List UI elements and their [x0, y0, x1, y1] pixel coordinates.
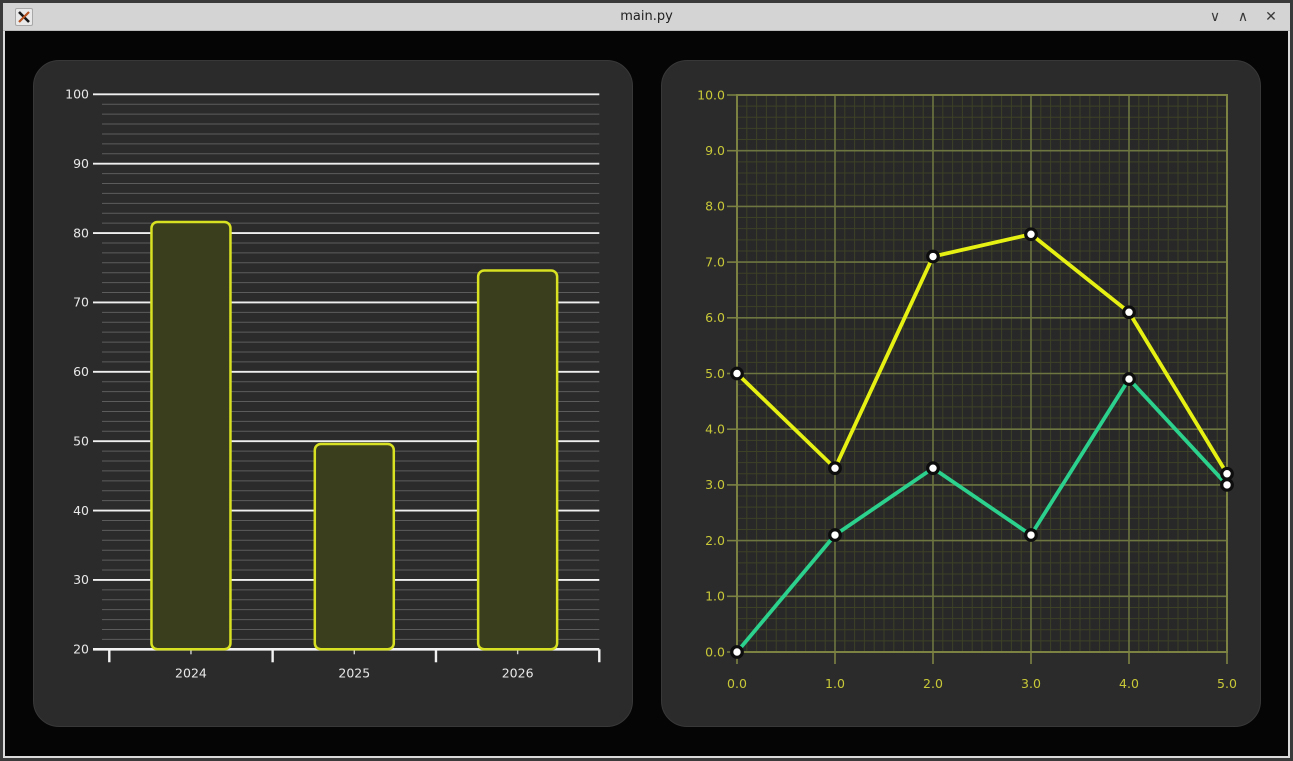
bar	[150, 220, 232, 651]
y-tick-label: 5.0	[705, 366, 725, 381]
data-point-marker	[1122, 372, 1136, 386]
x-tick-label: 2026	[502, 665, 534, 680]
y-tick-label: 60	[73, 364, 89, 379]
titlebar[interactable]: main.py ∨ ∧ ✕	[3, 3, 1290, 31]
x-tick-label: 2024	[175, 665, 207, 680]
data-point-marker	[730, 366, 744, 381]
y-tick-label: 30	[73, 572, 89, 587]
x-tick-label: 4.0	[1119, 676, 1139, 691]
line-chart: 0.0 1.0 2.0 3.0 4.0 5.0 0.0 1.0 2.0 3.0 4.0 5.0 6.0 7…	[697, 87, 1237, 691]
y-tick-label: 8.0	[705, 199, 725, 214]
y-tick-label: 90	[73, 156, 89, 171]
y-tick-label: 7.0	[705, 254, 725, 269]
close-button[interactable]: ✕	[1262, 6, 1280, 28]
data-point-marker	[828, 528, 842, 542]
data-point-marker	[730, 645, 744, 659]
x-tick-label: 2025	[338, 665, 370, 680]
x-tick-label: 5.0	[1217, 676, 1237, 691]
bar	[476, 269, 559, 651]
y-tick-label: 20	[73, 642, 89, 657]
data-point-marker	[1220, 466, 1234, 481]
x-tick-label: 0.0	[727, 676, 747, 691]
y-tick-label: 40	[73, 503, 89, 518]
y-tick-label: 70	[73, 295, 89, 310]
data-point-marker	[1024, 227, 1038, 242]
y-tick-label: 3.0	[705, 477, 725, 492]
x-tick-label: 3.0	[1021, 676, 1041, 691]
x-tick-label: 1.0	[825, 676, 845, 691]
y-tick-label: 6.0	[705, 310, 725, 325]
data-point-marker	[828, 461, 842, 476]
data-point-marker	[926, 461, 940, 476]
maximize-button[interactable]: ∧	[1234, 6, 1252, 28]
y-tick-label: 0.0	[705, 644, 725, 659]
x-tick-label: 2.0	[923, 676, 943, 691]
data-point-marker	[1024, 528, 1038, 542]
bar	[313, 442, 396, 651]
y-tick-label: 9.0	[705, 143, 725, 158]
y-tick-label: 2.0	[705, 533, 725, 548]
data-point-marker	[1122, 305, 1136, 320]
app-window: main.py ∨ ∧ ✕ 20 30 40 50 60 70 80 90 100 2024 202…	[3, 3, 1290, 758]
data-point-marker	[926, 249, 940, 264]
data-point-marker	[1220, 478, 1234, 492]
window-title: main.py	[620, 9, 673, 24]
y-tick-label: 50	[73, 433, 89, 448]
y-tick-label: 80	[73, 225, 89, 240]
window-controls: ∨ ∧ ✕	[1206, 3, 1280, 31]
bar-chart-panel: 20 30 40 50 60 70 80 90 100 2024 2025 2026	[33, 60, 633, 727]
y-tick-label: 100	[65, 87, 89, 102]
app-content: 20 30 40 50 60 70 80 90 100 2024 2025 2026 0.0 1.0 2.…	[3, 31, 1290, 758]
y-tick-label: 4.0	[705, 422, 725, 437]
y-tick-label: 1.0	[705, 589, 725, 604]
bar-chart: 20 30 40 50 60 70 80 90 100 2024 2025 2026	[65, 87, 601, 680]
minimize-button[interactable]: ∨	[1206, 6, 1224, 28]
y-tick-label: 10.0	[697, 87, 725, 102]
line-chart-panel: 0.0 1.0 2.0 3.0 4.0 5.0 0.0 1.0 2.0 3.0 4.0 5.0 6.0 7…	[661, 60, 1261, 727]
